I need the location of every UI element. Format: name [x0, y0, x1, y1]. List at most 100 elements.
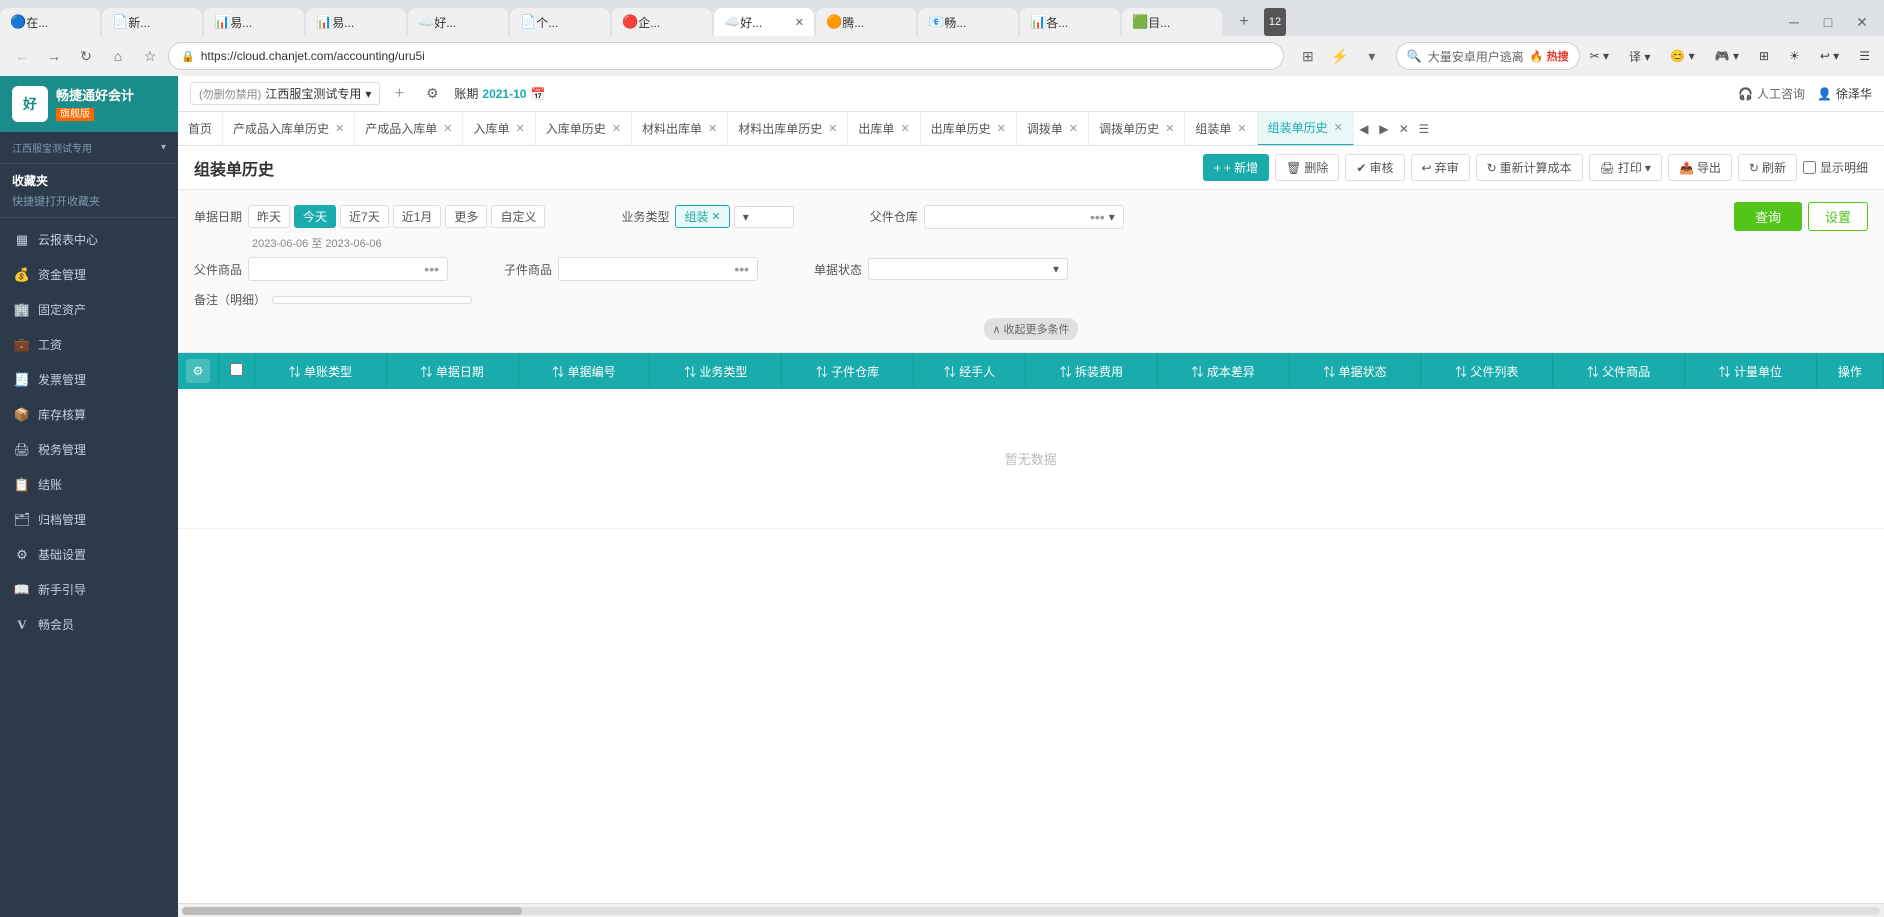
sidebar-item-yunreport[interactable]: ▦ 云报表中心	[0, 222, 178, 257]
tab-close-assembly[interactable]: ✕	[1237, 122, 1246, 135]
browser-tab-6[interactable]: 📄 个...	[510, 8, 610, 36]
scrollbar-track[interactable]	[182, 907, 1880, 915]
date-btn-last-month[interactable]: 近1月	[393, 205, 442, 228]
emoji-btn[interactable]: 😊 ▾	[1664, 47, 1700, 65]
sidebar-logo[interactable]: 好 畅捷通好会计 旗舰版	[0, 76, 178, 132]
scrollbar-thumb[interactable]	[182, 907, 522, 915]
date-btn-custom[interactable]: 自定义	[491, 205, 545, 228]
sidebar-item-member[interactable]: V 畅会员	[0, 607, 178, 642]
user-menu[interactable]: 👤 徐泽华	[1817, 85, 1872, 102]
company-settings-btn[interactable]: ⚙	[418, 80, 446, 108]
date-btn-last7[interactable]: 近7天	[340, 205, 389, 228]
nav-tab-adjust[interactable]: 调拨单 ✕	[1017, 112, 1089, 146]
browser-tab-11[interactable]: 📊 各...	[1020, 8, 1120, 36]
brightness-btn[interactable]: ☀	[1783, 47, 1806, 65]
order-status-select[interactable]: ▾	[868, 258, 1068, 280]
nav-tab-material-out[interactable]: 材料出库单 ✕	[632, 112, 728, 146]
sidebar-item-funds[interactable]: 💰 资金管理	[0, 257, 178, 292]
nav-tab-stock-in-history[interactable]: 入库单历史 ✕	[536, 112, 632, 146]
col-header-order-status[interactable]: ⇅ 单据状态	[1289, 353, 1421, 389]
refresh-btn[interactable]: ↻ 刷新	[1738, 154, 1797, 181]
nav-tab-assembly-history[interactable]: 组装单历史 ✕	[1258, 112, 1354, 146]
more-options-icon[interactable]: •••	[1090, 209, 1105, 225]
sidebar-item-settings[interactable]: ⚙ 基础设置	[0, 537, 178, 572]
col-header-cost-diff[interactable]: ⇅ 成本差异	[1157, 353, 1289, 389]
browser-tab-4[interactable]: 📊 易...	[306, 8, 406, 36]
grid2-btn[interactable]: ⊞	[1753, 47, 1775, 65]
col-header-unit[interactable]: ⇅ 计量单位	[1684, 353, 1816, 389]
tabs-scroll-right[interactable]: ▶	[1374, 112, 1394, 146]
collapse-btn[interactable]: ∧ 收起更多条件	[984, 318, 1077, 340]
nav-tab-stock-in[interactable]: 入库单 ✕	[463, 112, 535, 146]
col-header-type[interactable]: ⇅ 单账类型	[255, 353, 387, 389]
sidebar-item-guide[interactable]: 📖 新手引导	[0, 572, 178, 607]
tab-close-adjust[interactable]: ✕	[1069, 122, 1078, 135]
undo-btn[interactable]: ↩ ▾	[1814, 47, 1845, 65]
child-goods-select[interactable]: •••	[558, 257, 758, 281]
nav-tab-out-order[interactable]: 出库单 ✕	[848, 112, 920, 146]
sidebar-item-tax[interactable]: 🖨 税务管理	[0, 432, 178, 467]
sidebar-item-invoice[interactable]: 🧾 发票管理	[0, 362, 178, 397]
back-btn[interactable]: ←	[8, 42, 36, 70]
home-btn[interactable]: ⌂	[104, 42, 132, 70]
bookmark-btn[interactable]: ☆	[136, 42, 164, 70]
delete-btn[interactable]: 🗑 删除	[1275, 154, 1339, 181]
parent-warehouse-select[interactable]: ••• ▾	[924, 205, 1124, 229]
forward-btn[interactable]: →	[40, 42, 68, 70]
export-btn[interactable]: 📤 导出	[1668, 154, 1732, 181]
nav-tab-material-out-history[interactable]: 材料出库单历史 ✕	[728, 112, 848, 146]
nav-tab-produce-in-history[interactable]: 产成品入库单历史 ✕	[223, 112, 355, 146]
show-detail-toggle[interactable]: 显示明细	[1803, 159, 1868, 176]
sidebar-item-settle[interactable]: 📋 结账	[0, 467, 178, 502]
col-header-date[interactable]: ⇅ 单据日期	[386, 353, 518, 389]
horizontal-scrollbar[interactable]	[178, 903, 1884, 917]
remarks-input[interactable]	[272, 296, 472, 304]
sidebar-item-archive[interactable]: 🗂 归档管理	[0, 502, 178, 537]
tab-close-stock-in-history[interactable]: ✕	[612, 122, 621, 135]
translate-btn[interactable]: 译 ▾	[1623, 46, 1656, 67]
biz-type-select[interactable]: ▾	[734, 206, 794, 228]
company-selector[interactable]: (勿删勿禁用) 江西服宝测试专用 ▾	[190, 82, 380, 105]
nav-tab-adjust-history[interactable]: 调拨单历史 ✕	[1089, 112, 1185, 146]
scissors-btn[interactable]: ✂ ▾	[1584, 47, 1615, 65]
tab-close-material-out-history[interactable]: ✕	[828, 122, 837, 135]
col-header-number[interactable]: ⇅ 单据编号	[518, 353, 650, 389]
print-btn[interactable]: 🖨 打印 ▾	[1589, 154, 1662, 181]
biz-type-tag-remove[interactable]: ✕	[711, 210, 720, 223]
date-btn-more[interactable]: 更多	[445, 205, 487, 228]
nav-tab-out-history[interactable]: 出库单历史 ✕	[921, 112, 1017, 146]
nav-tab-home[interactable]: 首页	[178, 112, 223, 146]
child-goods-more-icon[interactable]: •••	[734, 261, 749, 277]
tab-close-produce-in-history[interactable]: ✕	[335, 122, 344, 135]
sidebar-company-selector[interactable]: 江西服宝测试专用 ▾	[0, 132, 178, 164]
col-header-handler[interactable]: ⇅ 经手人	[913, 353, 1025, 389]
recalculate-btn[interactable]: ↻ 重新计算成本	[1476, 154, 1583, 181]
game-btn[interactable]: 🎮 ▾	[1709, 47, 1745, 65]
table-header-settings[interactable]: ⚙	[178, 353, 219, 389]
table-header-checkbox[interactable]	[219, 353, 255, 389]
close-btn[interactable]: ✕	[1848, 8, 1876, 36]
sidebar-favorites-shortcut[interactable]: 快捷键打开收藏夹	[12, 193, 166, 209]
tab-close-assembly-history[interactable]: ✕	[1334, 121, 1343, 134]
settings-config-btn[interactable]: 设置	[1808, 202, 1868, 231]
date-btn-today[interactable]: 今天	[294, 205, 336, 228]
calendar-icon[interactable]: 📅	[530, 87, 545, 101]
tab-close-out-order[interactable]: ✕	[900, 122, 909, 135]
sidebar-item-salary[interactable]: 💼 工资	[0, 327, 178, 362]
query-btn[interactable]: 查询	[1734, 202, 1802, 231]
tabs-scroll-left[interactable]: ◀	[1354, 112, 1374, 146]
print-dropdown-arrow[interactable]: ▾	[1645, 161, 1651, 175]
browser-tab-12[interactable]: 🟩 目...	[1122, 8, 1222, 36]
add-company-btn[interactable]: +	[388, 83, 410, 105]
address-bar[interactable]: 🔒 https://cloud.chanjet.com/accounting/u…	[168, 42, 1284, 70]
tab-close-out-history[interactable]: ✕	[997, 122, 1006, 135]
tab-close-stock-in[interactable]: ✕	[516, 122, 525, 135]
sidebar-item-inventory[interactable]: 📦 库存核算	[0, 397, 178, 432]
tab-close-material-out[interactable]: ✕	[708, 122, 717, 135]
parent-goods-more-icon[interactable]: •••	[424, 261, 439, 277]
maximize-btn[interactable]: □	[1814, 8, 1842, 36]
unaudit-btn[interactable]: ↩ 弃审	[1411, 154, 1470, 181]
browser-tab-5[interactable]: ☁️ 好...	[408, 8, 508, 36]
sidebar-item-assets[interactable]: 🏢 固定资产	[0, 292, 178, 327]
browser-tab-8[interactable]: ☁️ 好... ✕	[714, 8, 814, 36]
